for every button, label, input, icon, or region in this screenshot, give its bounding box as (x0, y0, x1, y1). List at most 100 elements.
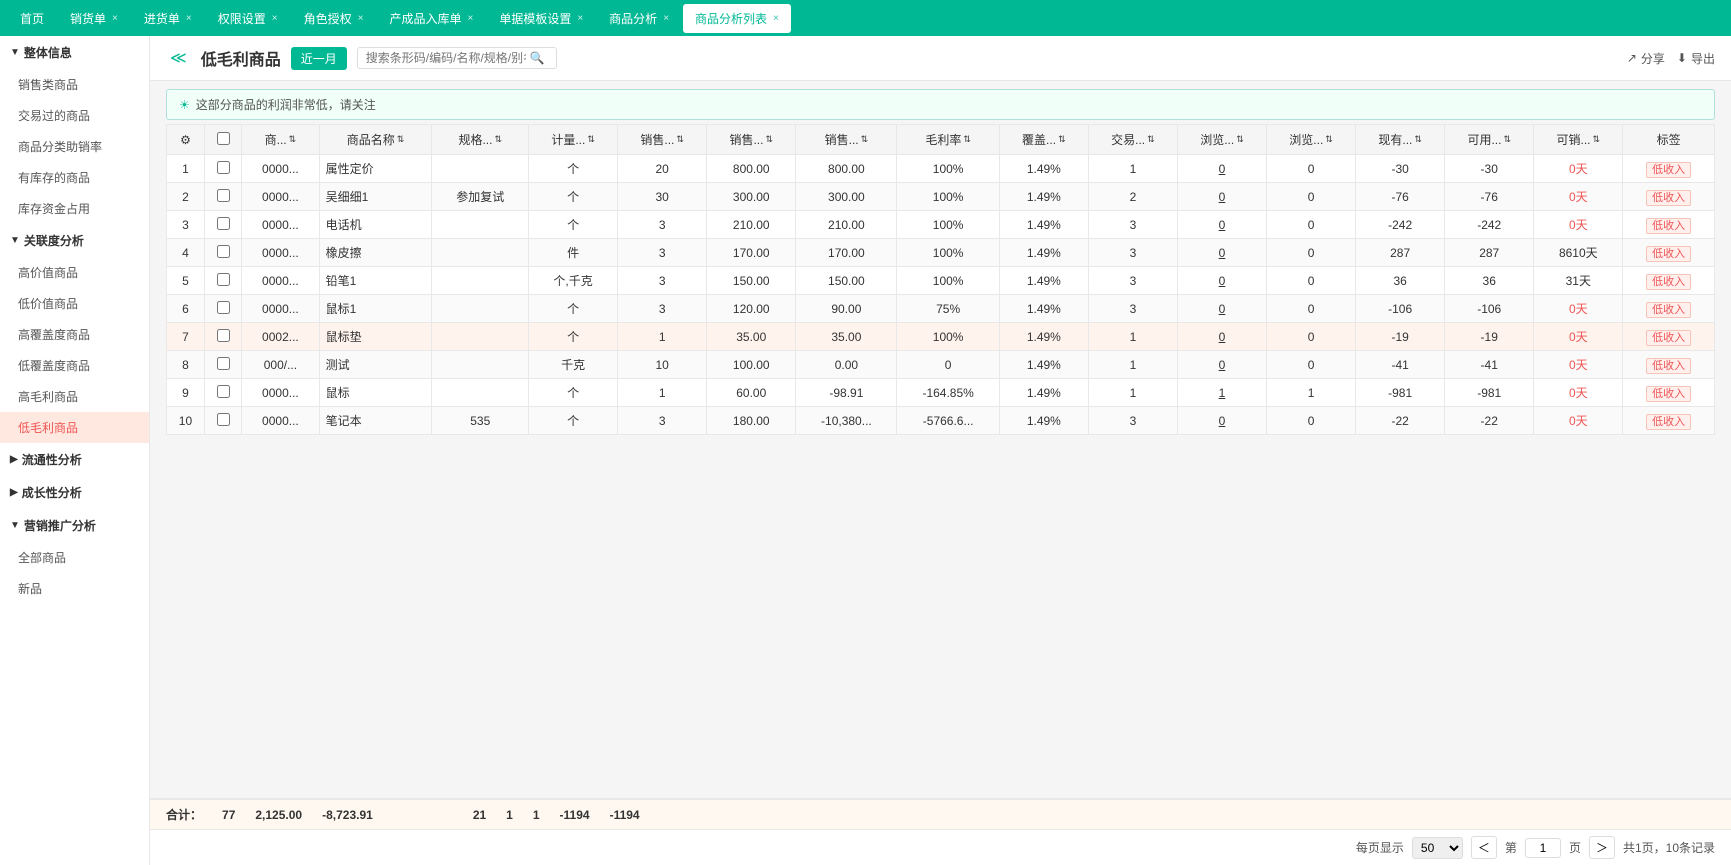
nav-product-entry[interactable]: 产成品入库单 × (377, 4, 485, 33)
row-checkbox[interactable] (217, 413, 230, 426)
nav-home[interactable]: 首页 (8, 4, 56, 33)
col-name[interactable]: 商品名称 ⇅ (319, 125, 432, 155)
browse1-link[interactable]: 0 (1219, 162, 1226, 176)
cell-browse1[interactable]: 0 (1177, 211, 1266, 239)
sidebar-item-category-rate[interactable]: 商品分类助销率 (0, 131, 149, 162)
col-stock[interactable]: 现有... ⇅ (1356, 125, 1445, 155)
nav-close-permissions[interactable]: × (272, 13, 278, 24)
cell-browse1[interactable]: 0 (1177, 351, 1266, 379)
row-checkbox[interactable] (217, 357, 230, 370)
browse1-link[interactable]: 0 (1219, 414, 1226, 428)
browse1-link[interactable]: 0 (1219, 218, 1226, 232)
col-avail[interactable]: 可用... ⇅ (1445, 125, 1534, 155)
row-checkbox[interactable] (217, 189, 230, 202)
col-qty[interactable]: 销售... ⇅ (618, 125, 707, 155)
browse1-link[interactable]: 0 (1219, 302, 1226, 316)
sidebar-item-new-goods[interactable]: 新品 (0, 573, 149, 604)
col-gross-rate[interactable]: 毛利率 ⇅ (897, 125, 999, 155)
sidebar-item-low-value[interactable]: 低价值商品 (0, 288, 149, 319)
row-checkbox[interactable] (217, 385, 230, 398)
sidebar-item-low-gross[interactable]: 低毛利商品 (0, 412, 149, 443)
cell-browse1[interactable]: 0 (1177, 155, 1266, 183)
search-input[interactable] (366, 51, 526, 65)
cell-browse1[interactable]: 0 (1177, 407, 1266, 435)
sidebar-item-all-goods[interactable]: 全部商品 (0, 542, 149, 573)
date-filter-button[interactable]: 近一月 (291, 47, 347, 70)
cell-browse1[interactable]: 0 (1177, 267, 1266, 295)
nav-close-product[interactable]: × (467, 13, 473, 24)
nav-product-analysis[interactable]: 商品分析 × (597, 4, 681, 33)
col-tag[interactable]: 标签 (1623, 125, 1715, 155)
row-checkbox[interactable] (217, 217, 230, 230)
col-spec[interactable]: 规格... ⇅ (432, 125, 529, 155)
browse1-link[interactable]: 0 (1219, 246, 1226, 260)
cell-checkbox[interactable] (204, 183, 241, 211)
row-checkbox[interactable] (217, 301, 230, 314)
nav-permissions[interactable]: 权限设置 × (206, 4, 290, 33)
nav-close-analysis-list[interactable]: × (773, 13, 779, 24)
cell-browse1[interactable]: 0 (1177, 323, 1266, 351)
row-checkbox[interactable] (217, 273, 230, 286)
col-trade[interactable]: 交易... ⇅ (1088, 125, 1177, 155)
prev-page-button[interactable]: ＜ (1471, 836, 1497, 859)
cell-browse1[interactable]: 1 (1177, 379, 1266, 407)
col-settings[interactable]: ⚙ (167, 125, 205, 155)
search-icon[interactable]: 🔍 (530, 51, 545, 65)
sidebar-item-stocked-goods[interactable]: 有库存的商品 (0, 162, 149, 193)
settings-icon[interactable]: ⚙ (180, 133, 191, 147)
cell-checkbox[interactable] (204, 323, 241, 351)
page-size-select[interactable]: 50 100 200 (1412, 837, 1463, 859)
browse1-link[interactable]: 0 (1219, 190, 1226, 204)
browse1-link[interactable]: 1 (1219, 386, 1226, 400)
nav-close-role[interactable]: × (358, 13, 364, 24)
sidebar-item-high-value[interactable]: 高价值商品 (0, 257, 149, 288)
cell-browse1[interactable]: 0 (1177, 239, 1266, 267)
sidebar-item-traded-goods[interactable]: 交易过的商品 (0, 100, 149, 131)
sidebar-section-correlation[interactable]: ▼ 关联度分析 (0, 224, 149, 257)
row-checkbox[interactable] (217, 245, 230, 258)
nav-close-analysis[interactable]: × (663, 13, 669, 24)
nav-close-sales[interactable]: × (112, 13, 118, 24)
col-browse2[interactable]: 浏览... ⇅ (1267, 125, 1356, 155)
cell-browse1[interactable]: 0 (1177, 183, 1266, 211)
select-all-checkbox[interactable] (217, 132, 230, 145)
col-checkbox[interactable] (204, 125, 241, 155)
cell-browse1[interactable]: 0 (1177, 295, 1266, 323)
cell-checkbox[interactable] (204, 295, 241, 323)
next-page-button[interactable]: ＞ (1589, 836, 1615, 859)
nav-role-auth[interactable]: 角色授权 × (292, 4, 376, 33)
sidebar-section-overview[interactable]: ▼ 整体信息 (0, 36, 149, 69)
col-coverage[interactable]: 覆盖... ⇅ (999, 125, 1088, 155)
row-checkbox[interactable] (217, 329, 230, 342)
cell-checkbox[interactable] (204, 379, 241, 407)
col-browse1[interactable]: 浏览... ⇅ (1177, 125, 1266, 155)
browse1-link[interactable]: 0 (1219, 274, 1226, 288)
cell-checkbox[interactable] (204, 407, 241, 435)
share-button[interactable]: ↗ 分享 (1627, 50, 1665, 67)
browse1-link[interactable]: 0 (1219, 330, 1226, 344)
nav-purchase-order[interactable]: 进货单 × (132, 4, 204, 33)
sidebar-collapse-btn[interactable]: ≪ (166, 48, 191, 68)
sidebar-section-liquidity[interactable]: ▶ 流通性分析 (0, 443, 149, 476)
browse1-link[interactable]: 0 (1219, 358, 1226, 372)
cell-checkbox[interactable] (204, 211, 241, 239)
col-saleable[interactable]: 可销... ⇅ (1534, 125, 1623, 155)
cell-checkbox[interactable] (204, 351, 241, 379)
cell-checkbox[interactable] (204, 267, 241, 295)
nav-product-analysis-list[interactable]: 商品分析列表 × (683, 4, 791, 33)
sidebar-item-stock-capital[interactable]: 库存资金占用 (0, 193, 149, 224)
col-code[interactable]: 商... ⇅ (242, 125, 319, 155)
cell-checkbox[interactable] (204, 239, 241, 267)
page-number-input[interactable] (1525, 838, 1561, 858)
nav-template-settings[interactable]: 单据模板设置 × (487, 4, 595, 33)
sidebar-item-sales-goods[interactable]: 销售类商品 (0, 69, 149, 100)
sidebar-section-marketing[interactable]: ▼ 营销推广分析 (0, 509, 149, 542)
cell-checkbox[interactable] (204, 155, 241, 183)
export-button[interactable]: ⬇ 导出 (1677, 50, 1715, 67)
sidebar-item-high-coverage[interactable]: 高覆盖度商品 (0, 319, 149, 350)
col-sales[interactable]: 销售... ⇅ (796, 125, 897, 155)
nav-sales-order[interactable]: 销货单 × (58, 4, 130, 33)
nav-close-purchase[interactable]: × (186, 13, 192, 24)
col-unit[interactable]: 计量... ⇅ (529, 125, 618, 155)
row-checkbox[interactable] (217, 161, 230, 174)
